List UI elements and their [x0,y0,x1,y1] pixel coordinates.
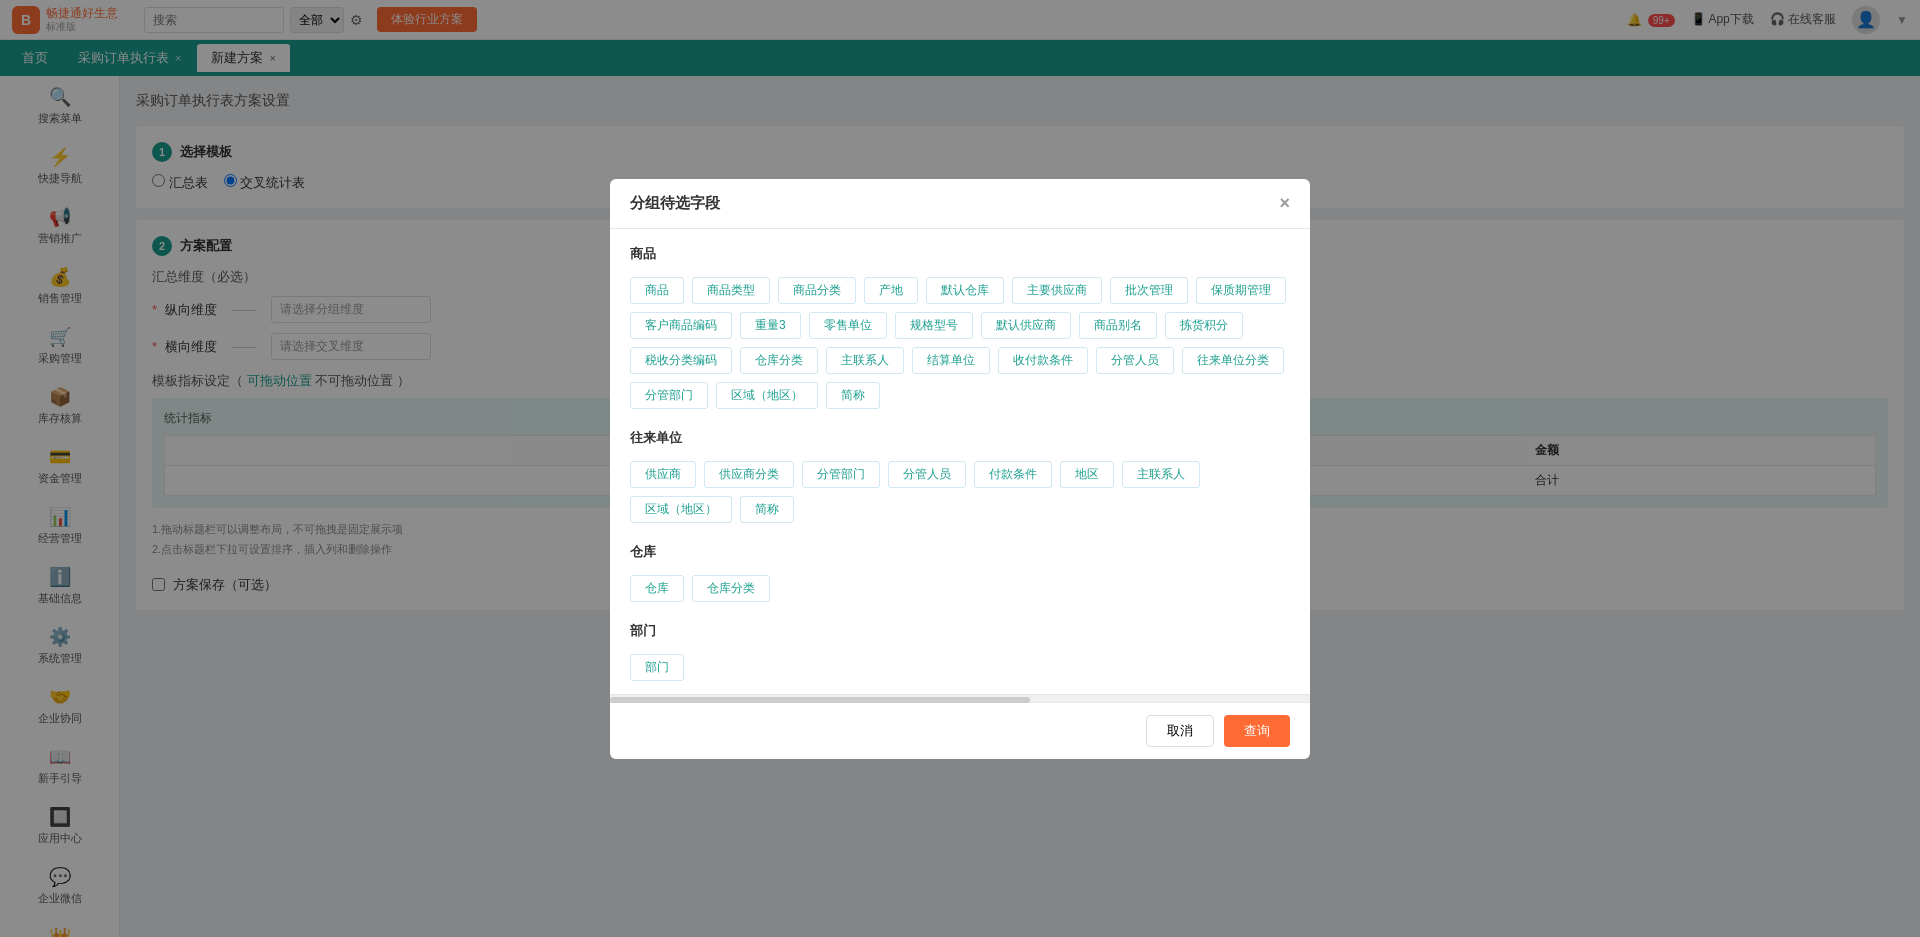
field-tag-1-4[interactable]: 付款条件 [974,461,1052,488]
field-tag-1-5[interactable]: 地区 [1060,461,1114,488]
field-tag-1-0[interactable]: 供应商 [630,461,696,488]
field-tag-0-7[interactable]: 保质期管理 [1196,277,1286,304]
field-tags-0: 商品商品类型商品分类产地默认仓库主要供应商批次管理保质期管理客户商品编码重量3 零… [630,277,1290,409]
field-tag-1-3[interactable]: 分管人员 [888,461,966,488]
field-tag-0-10[interactable]: 零售单位 [809,312,887,339]
field-tag-2-1[interactable]: 仓库分类 [692,575,770,602]
confirm-button[interactable]: 查询 [1224,715,1290,747]
field-tag-0-21[interactable]: 往来单位分类 [1182,347,1284,374]
field-tag-0-24[interactable]: 简称 [826,382,880,409]
modal-close-btn[interactable]: × [1279,193,1290,214]
modal-overlay[interactable]: 分组待选字段 × 商品商品商品类型商品分类产地默认仓库主要供应商批次管理保质期管… [0,0,1920,937]
field-tag-1-1[interactable]: 供应商分类 [704,461,794,488]
modal-hscroll [610,694,1310,701]
field-tag-0-8[interactable]: 客户商品编码 [630,312,732,339]
field-tag-0-20[interactable]: 分管人员 [1096,347,1174,374]
field-tag-1-6[interactable]: 主联系人 [1122,461,1200,488]
field-tag-0-13[interactable]: 商品别名 [1079,312,1157,339]
field-tag-0-3[interactable]: 产地 [864,277,918,304]
modal-hscroll-thumb [610,697,1030,703]
modal-body: 商品商品商品类型商品分类产地默认仓库主要供应商批次管理保质期管理客户商品编码重量… [610,229,1310,695]
field-tag-0-17[interactable]: 主联系人 [826,347,904,374]
field-group-title-3: 部门 [630,622,1290,644]
field-tag-0-23[interactable]: 区域（地区） [716,382,818,409]
field-tags-3: 部门 [630,654,1290,681]
field-tag-0-2[interactable]: 商品分类 [778,277,856,304]
field-tag-2-0[interactable]: 仓库 [630,575,684,602]
modal-header: 分组待选字段 × [610,179,1310,229]
field-tag-0-1[interactable]: 商品类型 [692,277,770,304]
field-group-2: 仓库仓库仓库分类 [630,543,1290,602]
modal-dialog: 分组待选字段 × 商品商品商品类型商品分类产地默认仓库主要供应商批次管理保质期管… [610,179,1310,759]
field-group-title-2: 仓库 [630,543,1290,565]
field-tag-0-4[interactable]: 默认仓库 [926,277,1004,304]
field-tag-0-16[interactable]: 仓库分类 [740,347,818,374]
field-tag-0-0[interactable]: 商品 [630,277,684,304]
field-group-title-1: 往来单位 [630,429,1290,451]
modal-title: 分组待选字段 [630,194,720,213]
field-tag-0-9[interactable]: 重量3 [740,312,801,339]
field-tag-1-7[interactable]: 区域（地区） [630,496,732,523]
field-tag-0-11[interactable]: 规格型号 [895,312,973,339]
field-tag-0-22[interactable]: 分管部门 [630,382,708,409]
field-tag-0-14[interactable]: 拣货积分 [1165,312,1243,339]
field-tag-0-18[interactable]: 结算单位 [912,347,990,374]
cancel-button[interactable]: 取消 [1146,715,1214,747]
field-tag-0-12[interactable]: 默认供应商 [981,312,1071,339]
modal-footer: 取消 查询 [610,702,1310,759]
field-tag-1-2[interactable]: 分管部门 [802,461,880,488]
field-group-3: 部门部门 [630,622,1290,681]
field-tag-0-6[interactable]: 批次管理 [1110,277,1188,304]
field-group-1: 往来单位供应商供应商分类分管部门分管人员付款条件地区主联系人区域（地区） 简称 [630,429,1290,523]
field-tag-1-8[interactable]: 简称 [740,496,794,523]
field-tag-0-19[interactable]: 收付款条件 [998,347,1088,374]
field-tag-0-5[interactable]: 主要供应商 [1012,277,1102,304]
field-group-title-0: 商品 [630,245,1290,267]
field-group-0: 商品商品商品类型商品分类产地默认仓库主要供应商批次管理保质期管理客户商品编码重量… [630,245,1290,409]
field-tags-2: 仓库仓库分类 [630,575,1290,602]
field-tags-1: 供应商供应商分类分管部门分管人员付款条件地区主联系人区域（地区） 简称 [630,461,1290,523]
field-tag-3-0[interactable]: 部门 [630,654,684,681]
field-tag-0-15[interactable]: 税收分类编码 [630,347,732,374]
